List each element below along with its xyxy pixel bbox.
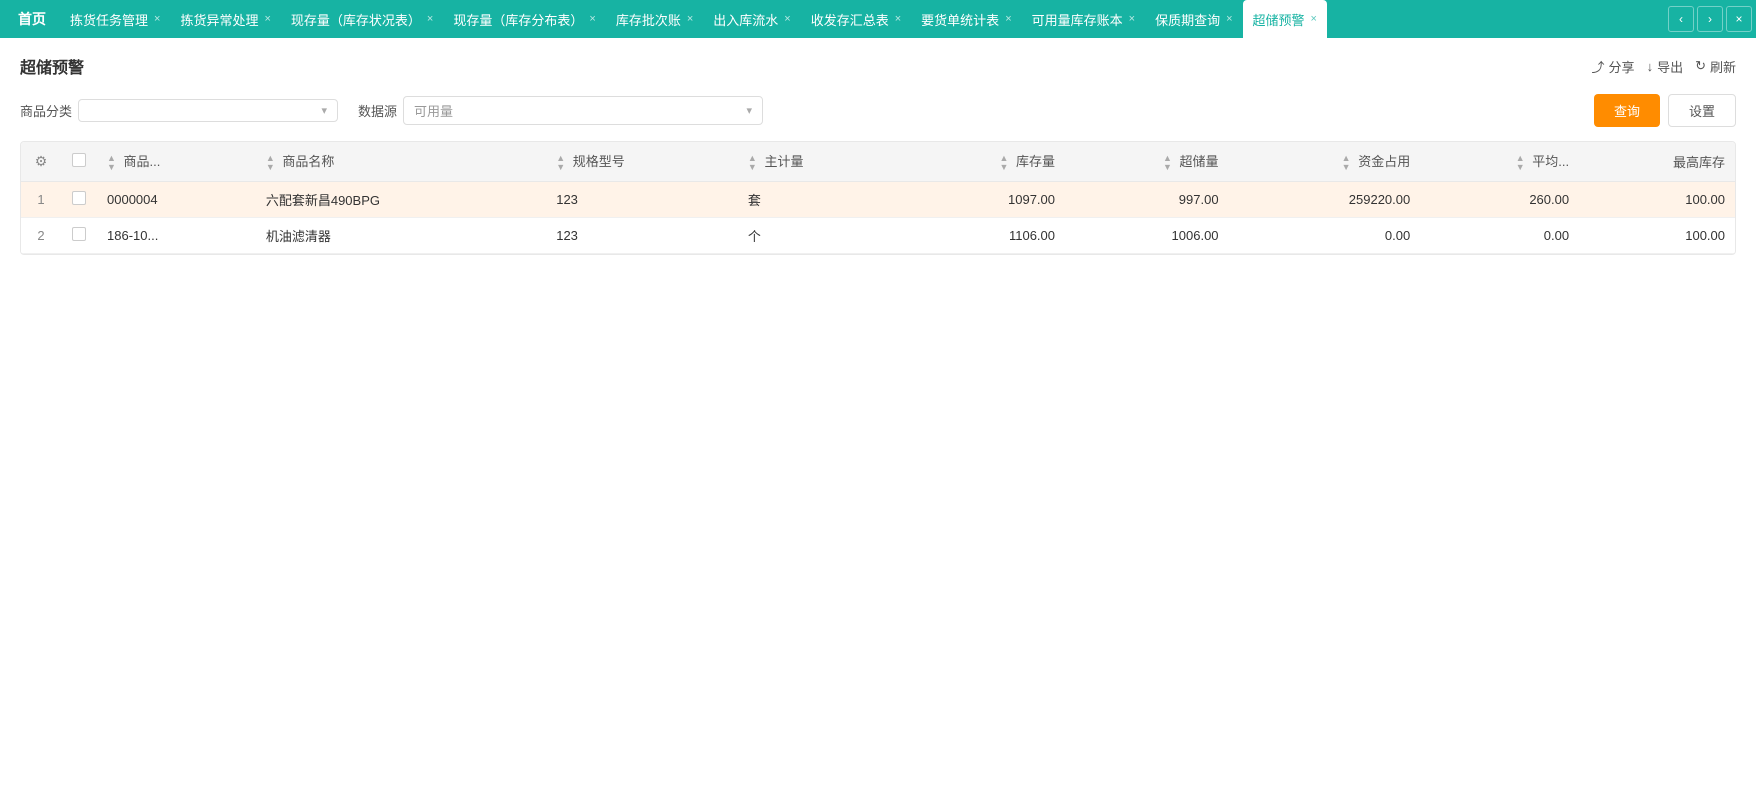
- select-all-checkbox[interactable]: [72, 153, 86, 167]
- col-spec-header[interactable]: ▲▼ 规格型号: [546, 142, 738, 181]
- nav-tab-2[interactable]: 现存量（库存状况表） ×: [281, 0, 443, 38]
- sort-icon: ▲▼: [1163, 154, 1172, 172]
- row-index: 2: [21, 217, 61, 253]
- col-checkbox-header: [61, 142, 97, 181]
- nav-bar: 首页 拣货任务管理 × 拣货异常处理 × 现存量（库存状况表） × 现存量（库存…: [0, 0, 1756, 38]
- page-title: 超储预警: [20, 54, 84, 78]
- row-avg: 0.00: [1420, 217, 1579, 253]
- close-icon[interactable]: ×: [1226, 13, 1232, 25]
- row-checkbox-cell: [61, 181, 97, 217]
- row-over-stock: 997.00: [1065, 181, 1229, 217]
- sort-icon: ▲▼: [1342, 154, 1351, 172]
- data-source-label: 数据源: [358, 101, 397, 120]
- nav-tab-0[interactable]: 拣货任务管理 ×: [60, 0, 170, 38]
- col-stock-header[interactable]: ▲▼ 库存量: [901, 142, 1065, 181]
- close-icon[interactable]: ×: [427, 13, 433, 25]
- row-product-name: 六配套新昌490BPG: [256, 181, 546, 217]
- nav-tab-4[interactable]: 库存批次账 ×: [606, 0, 703, 38]
- filter-row: 商品分类 ▾ 数据源 可用量 ▾ 查询 设置: [20, 94, 1736, 127]
- row-checkbox[interactable]: [72, 227, 86, 241]
- sort-icon: ▲▼: [266, 154, 275, 172]
- sort-icon: ▲▼: [999, 154, 1008, 172]
- page-content: 超储预警 ⤴ 分享 ↓ 导出 ↻ 刷新 商品分类 ▾ 数据源: [0, 38, 1756, 800]
- row-spec: 123: [546, 217, 738, 253]
- nav-tab-10[interactable]: 超储预警 ×: [1243, 0, 1327, 38]
- export-icon: ↓: [1647, 59, 1654, 74]
- close-icon[interactable]: ×: [1005, 13, 1011, 25]
- nav-arrows: ‹ › ×: [1665, 6, 1752, 32]
- nav-home[interactable]: 首页: [4, 0, 60, 38]
- data-table: ⚙ ▲▼ 商品... ▲▼ 商品名称 ▲▼ 规格型号: [20, 141, 1736, 255]
- close-icon[interactable]: ×: [264, 13, 270, 25]
- row-spec: 123: [546, 181, 738, 217]
- row-max-stock: 100.00: [1579, 217, 1735, 253]
- table-row: 2 186-10... 机油滤清器 123 个 1106.00 1006.00 …: [21, 217, 1735, 253]
- close-icon[interactable]: ×: [895, 13, 901, 25]
- col-capital-header[interactable]: ▲▼ 资金占用: [1229, 142, 1421, 181]
- sort-icon: ▲▼: [107, 154, 116, 172]
- table-row: 1 0000004 六配套新昌490BPG 123 套 1097.00 997.…: [21, 181, 1735, 217]
- product-category-select[interactable]: ▾: [78, 99, 338, 122]
- close-icon[interactable]: ×: [154, 13, 160, 25]
- sort-icon: ▲▼: [556, 154, 565, 172]
- refresh-icon: ↻: [1695, 58, 1706, 74]
- data-source-filter: 数据源 可用量 ▾: [358, 96, 763, 125]
- close-icon[interactable]: ×: [687, 13, 693, 25]
- row-stock: 1097.00: [901, 181, 1065, 217]
- refresh-button[interactable]: ↻ 刷新: [1695, 57, 1736, 76]
- nav-tab-3[interactable]: 现存量（库存分布表） ×: [443, 0, 605, 38]
- page-header: 超储预警 ⤴ 分享 ↓ 导出 ↻ 刷新: [20, 54, 1736, 78]
- product-category-label: 商品分类: [20, 101, 72, 120]
- nav-tab-7[interactable]: 要货单统计表 ×: [911, 0, 1021, 38]
- row-avg: 260.00: [1420, 181, 1579, 217]
- row-checkbox-cell: [61, 217, 97, 253]
- nav-tab-1[interactable]: 拣货异常处理 ×: [170, 0, 280, 38]
- table-header-row: ⚙ ▲▼ 商品... ▲▼ 商品名称 ▲▼ 规格型号: [21, 142, 1735, 181]
- col-max-stock-header[interactable]: 最高库存: [1579, 142, 1735, 181]
- row-product-code: 0000004: [97, 181, 256, 217]
- close-icon[interactable]: ×: [1311, 13, 1317, 25]
- col-avg-header[interactable]: ▲▼ 平均...: [1420, 142, 1579, 181]
- close-icon[interactable]: ×: [589, 13, 595, 25]
- col-settings-header: ⚙: [21, 142, 61, 181]
- row-index: 1: [21, 181, 61, 217]
- col-unit-header[interactable]: ▲▼ 主计量: [738, 142, 902, 181]
- col-over-stock-header[interactable]: ▲▼ 超储量: [1065, 142, 1229, 181]
- nav-tab-5[interactable]: 出入库流水 ×: [703, 0, 800, 38]
- col-product-code-header[interactable]: ▲▼ 商品...: [97, 142, 256, 181]
- share-icon: ⤴: [1592, 57, 1605, 76]
- nav-tab-9[interactable]: 保质期查询 ×: [1145, 0, 1242, 38]
- chevron-down-icon: ▾: [321, 104, 327, 117]
- row-product-code: 186-10...: [97, 217, 256, 253]
- row-unit: 个: [738, 217, 902, 253]
- row-stock: 1106.00: [901, 217, 1065, 253]
- close-icon[interactable]: ×: [1129, 13, 1135, 25]
- row-unit: 套: [738, 181, 902, 217]
- chevron-down-icon: ▾: [747, 104, 753, 117]
- row-checkbox[interactable]: [72, 191, 86, 205]
- row-max-stock: 100.00: [1579, 181, 1735, 217]
- query-button[interactable]: 查询: [1594, 94, 1660, 127]
- nav-tab-6[interactable]: 收发存汇总表 ×: [801, 0, 911, 38]
- data-source-select[interactable]: 可用量 ▾: [403, 96, 763, 125]
- nav-tab-8[interactable]: 可用量库存账本 ×: [1022, 0, 1145, 38]
- settings-button[interactable]: 设置: [1668, 94, 1736, 127]
- row-product-name: 机油滤清器: [256, 217, 546, 253]
- sort-icon: ▲▼: [1516, 154, 1525, 172]
- header-actions: ⤴ 分享 ↓ 导出 ↻ 刷新: [1592, 57, 1736, 76]
- export-button[interactable]: ↓ 导出: [1647, 57, 1684, 76]
- nav-prev-button[interactable]: ‹: [1668, 6, 1694, 32]
- close-icon[interactable]: ×: [784, 13, 790, 25]
- product-category-filter: 商品分类 ▾: [20, 99, 338, 122]
- nav-next-button[interactable]: ›: [1697, 6, 1723, 32]
- sort-icon: ▲▼: [748, 154, 757, 172]
- nav-close-all-button[interactable]: ×: [1726, 6, 1752, 32]
- row-capital: 259220.00: [1229, 181, 1421, 217]
- row-capital: 0.00: [1229, 217, 1421, 253]
- row-over-stock: 1006.00: [1065, 217, 1229, 253]
- filter-buttons: 查询 设置: [1594, 94, 1736, 127]
- share-button[interactable]: ⤴ 分享: [1592, 57, 1635, 76]
- gear-icon[interactable]: ⚙: [35, 153, 48, 169]
- col-product-name-header[interactable]: ▲▼ 商品名称: [256, 142, 546, 181]
